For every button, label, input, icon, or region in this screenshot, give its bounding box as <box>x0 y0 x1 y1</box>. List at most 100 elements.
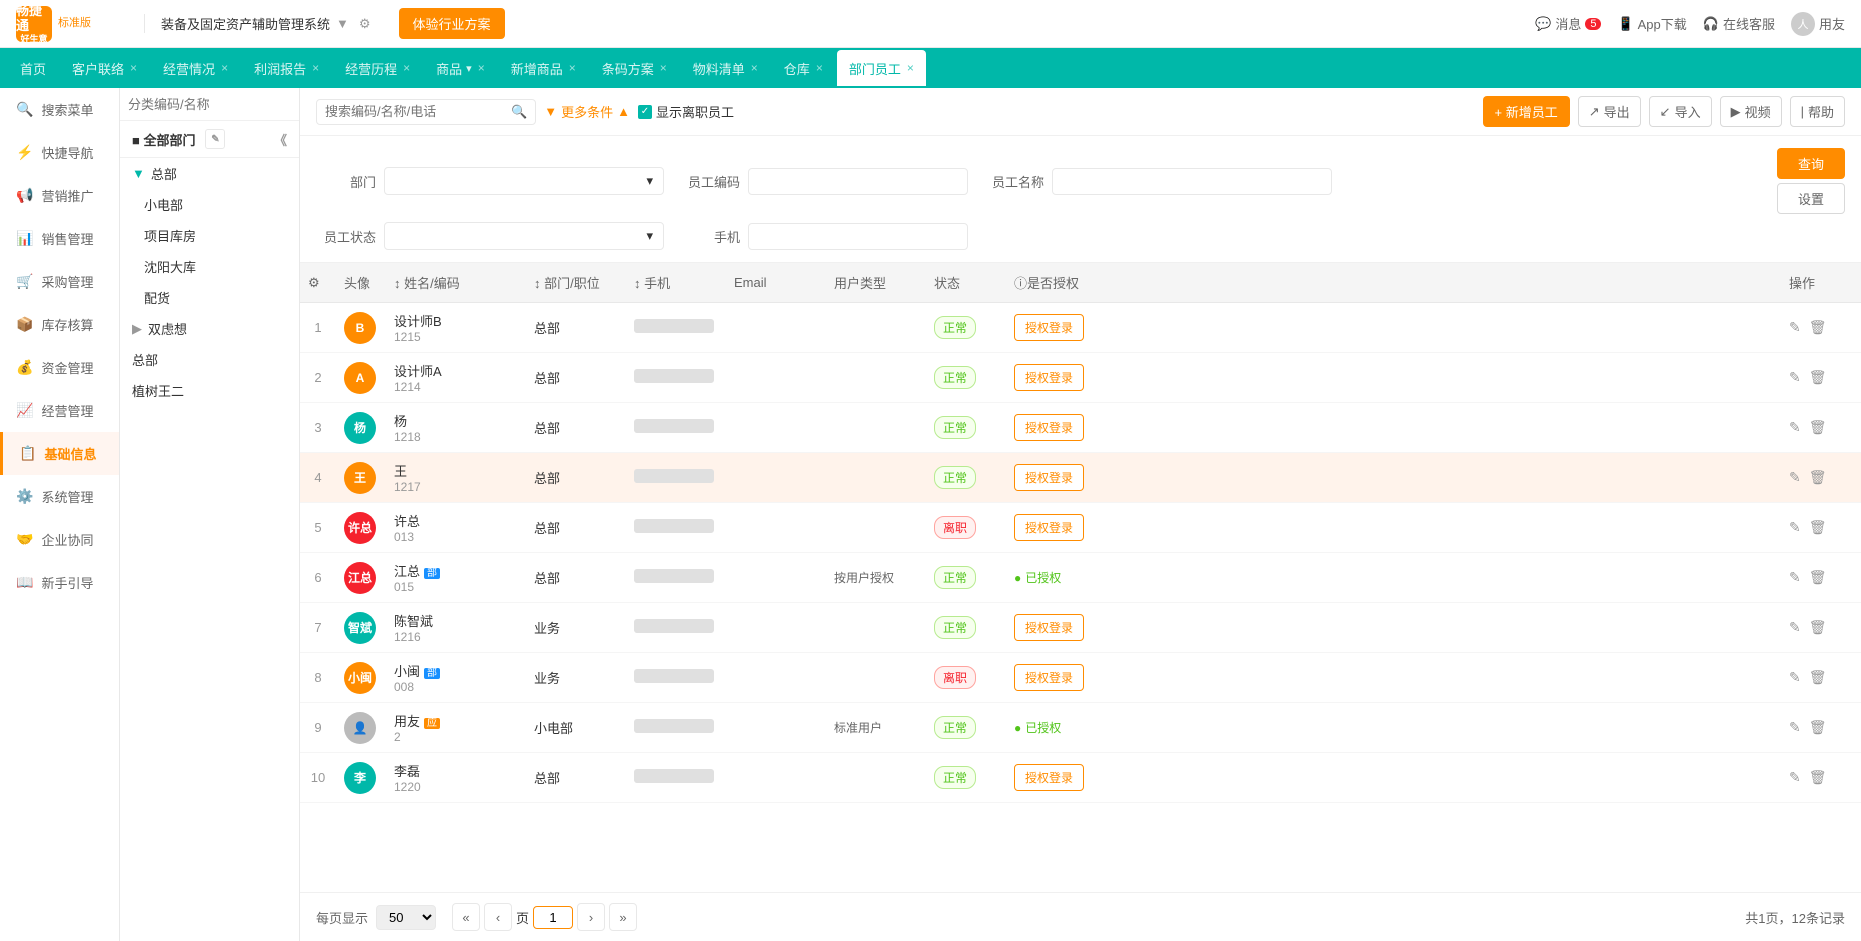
tab-bom[interactable]: 物料清单 × <box>681 50 770 86</box>
auth-btn[interactable]: 授权登录 <box>1014 364 1084 391</box>
dept-node-zongbu2[interactable]: 总部 <box>120 344 299 375</box>
close-icon[interactable]: × <box>907 61 914 75</box>
dept-node-xiaodian[interactable]: 小电部 <box>120 189 299 220</box>
online-service-item[interactable]: 🎧 在线客服 <box>1703 14 1775 33</box>
edit-btn[interactable]: ✎ <box>1789 669 1801 686</box>
tab-dept-staff[interactable]: 部门员工 × <box>837 50 926 86</box>
dept-node-peihuo[interactable]: 配货 <box>120 282 299 313</box>
tab-warehouse[interactable]: 仓库 × <box>772 50 835 86</box>
delete-btn[interactable]: 🗑 <box>1809 369 1827 386</box>
edit-btn[interactable]: ✎ <box>1789 369 1801 386</box>
dept-node-shenyang[interactable]: 沈阳大库 <box>120 251 299 282</box>
sidebar-item-system[interactable]: ⚙️ 系统管理 <box>0 475 119 518</box>
page-current-input[interactable] <box>533 906 573 929</box>
search-input[interactable] <box>325 104 505 119</box>
sidebar-item-guide[interactable]: 📖 新手引导 <box>0 561 119 604</box>
page-size-select[interactable]: 50 20 100 <box>376 905 436 930</box>
dept-search-input[interactable] <box>128 97 304 112</box>
sidebar-item-collab[interactable]: 🤝 企业协同 <box>0 518 119 561</box>
more-filter-btn[interactable]: ▼ 更多条件 ▲ <box>544 102 630 121</box>
close-icon[interactable]: × <box>312 61 319 75</box>
close-icon[interactable]: × <box>221 61 228 75</box>
auth-btn[interactable]: 授权登录 <box>1014 314 1084 341</box>
sidebar-item-quick[interactable]: ⚡ 快捷导航 <box>0 131 119 174</box>
edit-btn[interactable]: ✎ <box>1789 719 1801 736</box>
sidebar-item-sales[interactable]: 📊 销售管理 <box>0 217 119 260</box>
th-dept-position[interactable]: ↕ 部门/职位 <box>526 263 626 303</box>
close-icon[interactable]: × <box>569 61 576 75</box>
delete-btn[interactable]: 🗑 <box>1809 519 1827 536</box>
edit-btn[interactable]: ✎ <box>1789 469 1801 486</box>
export-button[interactable]: ↗ 导出 <box>1578 96 1641 127</box>
dept-node-xiangmu[interactable]: 项目库房 <box>120 220 299 251</box>
sidebar-item-purchase[interactable]: 🛒 采购管理 <box>0 260 119 303</box>
phone-input[interactable] <box>748 223 968 250</box>
delete-btn[interactable]: 🗑 <box>1809 619 1827 636</box>
sidebar-item-search[interactable]: 🔍 搜索菜单 <box>0 88 119 131</box>
tab-new-goods[interactable]: 新增商品 × <box>499 50 588 86</box>
trial-button[interactable]: 体验行业方案 <box>399 8 505 39</box>
edit-btn[interactable]: ✎ <box>1789 769 1801 786</box>
tab-barcode[interactable]: 条码方案 × <box>590 50 679 86</box>
show-resign-check[interactable]: ✓ 显示离职员工 <box>638 102 734 121</box>
sidebar-item-operation[interactable]: 📈 经营管理 <box>0 389 119 432</box>
delete-btn[interactable]: 🗑 <box>1809 419 1827 436</box>
auth-btn[interactable]: 授权登录 <box>1014 414 1084 441</box>
import-button[interactable]: ↙ 导入 <box>1649 96 1712 127</box>
app-download-item[interactable]: 📱 App下载 <box>1617 14 1686 33</box>
auth-btn[interactable]: 授权登录 <box>1014 764 1084 791</box>
delete-btn[interactable]: 🗑 <box>1809 469 1827 486</box>
sidebar-item-basic[interactable]: 📋 基础信息 <box>0 432 119 475</box>
dept-edit-icon[interactable]: ✎ <box>205 129 225 149</box>
edit-btn[interactable]: ✎ <box>1789 519 1801 536</box>
tab-goods[interactable]: 商品 ▾ × <box>424 50 497 86</box>
edit-btn[interactable]: ✎ <box>1789 419 1801 436</box>
th-gear[interactable]: ⚙ <box>300 263 336 303</box>
collapse-btn[interactable]: 《 <box>274 130 287 149</box>
tab-home[interactable]: 首页 <box>8 50 58 86</box>
delete-btn[interactable]: 🗑 <box>1809 319 1827 336</box>
edit-btn[interactable]: ✎ <box>1789 569 1801 586</box>
tab-history[interactable]: 经营历程 × <box>333 50 422 86</box>
page-prev-btn[interactable]: ‹ <box>484 903 512 931</box>
auth-btn[interactable]: 授权登录 <box>1014 664 1084 691</box>
th-name-code[interactable]: ↕ 姓名/编码 <box>386 263 526 303</box>
tab-customer[interactable]: 客户联络 × <box>60 50 149 86</box>
emp-name-input[interactable] <box>1052 168 1332 195</box>
dropdown-icon[interactable]: ▼ <box>336 16 349 31</box>
page-first-btn[interactable]: « <box>452 903 480 931</box>
dept-node-shuanglu[interactable]: ▶ 双虑想 <box>120 313 299 344</box>
delete-btn[interactable]: 🗑 <box>1809 769 1827 786</box>
search-btn[interactable]: 查询 <box>1777 148 1845 179</box>
edit-btn[interactable]: ✎ <box>1789 619 1801 636</box>
page-last-btn[interactable]: » <box>609 903 637 931</box>
user-item[interactable]: 人 用友 <box>1791 12 1845 36</box>
setting-btn[interactable]: 设置 <box>1777 183 1845 214</box>
sidebar-item-finance[interactable]: 💰 资金管理 <box>0 346 119 389</box>
sidebar-item-inventory[interactable]: 📦 库存核算 <box>0 303 119 346</box>
auth-btn[interactable]: 授权登录 <box>1014 614 1084 641</box>
settings-icon[interactable]: ⚙ <box>359 16 371 32</box>
page-next-btn[interactable]: › <box>577 903 605 931</box>
edit-btn[interactable]: ✎ <box>1789 319 1801 336</box>
search-trigger-icon[interactable]: 🔍 <box>511 104 527 120</box>
close-icon[interactable]: × <box>403 61 410 75</box>
dept-node-zongbu[interactable]: ▼ 总部 <box>120 158 299 189</box>
close-icon[interactable]: × <box>816 61 823 75</box>
status-select[interactable]: ▾ <box>384 222 664 250</box>
dept-node-zhishu[interactable]: 植树王二 <box>120 375 299 406</box>
tab-business[interactable]: 经营情况 × <box>151 50 240 86</box>
close-icon[interactable]: × <box>478 61 485 75</box>
message-item[interactable]: 💬 消息 5 <box>1535 14 1601 33</box>
view-button[interactable]: ▶ 视频 <box>1720 96 1782 127</box>
delete-btn[interactable]: 🗑 <box>1809 719 1827 736</box>
close-icon[interactable]: × <box>660 61 667 75</box>
delete-btn[interactable]: 🗑 <box>1809 569 1827 586</box>
dept-select[interactable]: ▾ <box>384 167 664 195</box>
close-icon[interactable]: × <box>751 61 758 75</box>
close-icon[interactable]: × <box>130 61 137 75</box>
auth-btn[interactable]: 授权登录 <box>1014 514 1084 541</box>
help-button[interactable]: | 帮助 <box>1790 96 1845 127</box>
tab-profit[interactable]: 利润报告 × <box>242 50 331 86</box>
auth-btn[interactable]: 授权登录 <box>1014 464 1084 491</box>
